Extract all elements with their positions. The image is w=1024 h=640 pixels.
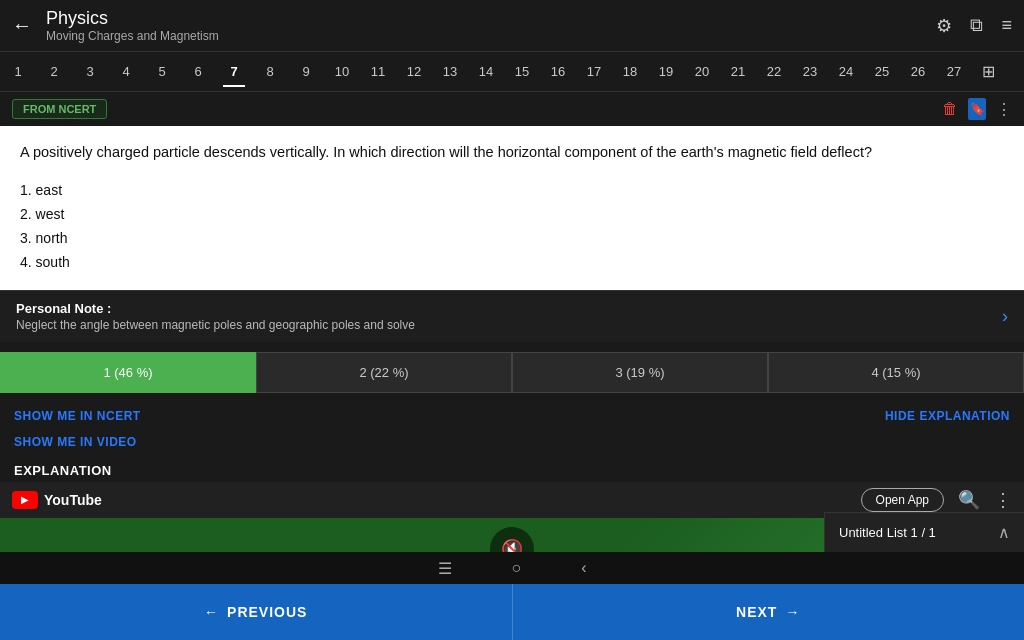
youtube-logo: ▶ YouTube bbox=[12, 491, 102, 509]
card-icons: 🗑 🔖 ⋮ bbox=[942, 98, 1012, 120]
number-tab-6[interactable]: 6 bbox=[180, 60, 216, 83]
android-home-icon[interactable]: ○ bbox=[512, 559, 522, 577]
page-subtitle: Moving Charges and Magnetism bbox=[46, 29, 936, 43]
untitled-list-label: Untitled List 1 / 1 bbox=[839, 525, 936, 540]
youtube-actions: Open App 🔍 ⋮ bbox=[861, 488, 1012, 512]
number-tab-27[interactable]: 27 bbox=[936, 60, 972, 83]
settings-icon[interactable]: ⚙ bbox=[936, 15, 952, 37]
top-bar-title: Physics Moving Charges and Magnetism bbox=[46, 8, 936, 43]
number-tab-12[interactable]: 12 bbox=[396, 60, 432, 83]
search-icon[interactable]: 🔍 bbox=[958, 489, 980, 511]
question-card: A positively charged particle descends v… bbox=[0, 126, 1024, 290]
mute-icon: 🔇 bbox=[490, 527, 534, 552]
prev-label: PREVIOUS bbox=[227, 604, 307, 620]
bookmark-icon[interactable]: 🔖 bbox=[968, 98, 986, 120]
number-tab-14[interactable]: 14 bbox=[468, 60, 504, 83]
number-tab-13[interactable]: 13 bbox=[432, 60, 468, 83]
note-title: Personal Note : bbox=[16, 301, 415, 316]
option-1-number: 1. bbox=[20, 182, 36, 198]
note-body: Neglect the angle between magnetic poles… bbox=[16, 318, 415, 332]
question-text: A positively charged particle descends v… bbox=[20, 142, 1004, 164]
number-tab-23[interactable]: 23 bbox=[792, 60, 828, 83]
number-tab-15[interactable]: 15 bbox=[504, 60, 540, 83]
number-tab-19[interactable]: 19 bbox=[648, 60, 684, 83]
more-icon[interactable]: ⋮ bbox=[996, 100, 1012, 119]
page-title: Physics bbox=[46, 8, 936, 29]
untitled-list-panel: Untitled List 1 / 1 ∧ bbox=[824, 512, 1024, 552]
link-row-1: SHOW ME IN NCERT HIDE EXPLANATION bbox=[0, 403, 1024, 429]
open-app-button[interactable]: Open App bbox=[861, 488, 944, 512]
android-menu-icon[interactable]: ☰ bbox=[438, 559, 452, 578]
option-1: 1. east bbox=[20, 178, 1004, 202]
from-ncert-badge: FROM NCERT bbox=[12, 99, 107, 119]
content-area: FROM NCERT 🗑 🔖 ⋮ A positively charged pa… bbox=[0, 92, 1024, 552]
number-tab-10[interactable]: 10 bbox=[324, 60, 360, 83]
hide-explanation-link[interactable]: HIDE EXPLANATION bbox=[885, 409, 1010, 423]
yt-play-icon: ▶ bbox=[12, 491, 38, 509]
answer-btn-2[interactable]: 2 (22 %) bbox=[256, 352, 512, 393]
option-4-number: 4. bbox=[20, 254, 36, 270]
link-row-2: SHOW ME IN VIDEO bbox=[0, 429, 1024, 455]
number-tab-3[interactable]: 3 bbox=[72, 60, 108, 83]
number-tab-24[interactable]: 24 bbox=[828, 60, 864, 83]
number-tab-17[interactable]: 17 bbox=[576, 60, 612, 83]
option-3-label: north bbox=[36, 230, 68, 246]
note-arrow-icon[interactable]: › bbox=[1002, 306, 1008, 327]
number-tab-4[interactable]: 4 bbox=[108, 60, 144, 83]
number-tab-21[interactable]: 21 bbox=[720, 60, 756, 83]
layers-icon[interactable]: ⧉ bbox=[970, 15, 983, 36]
show-ncert-link[interactable]: SHOW ME IN NCERT bbox=[14, 409, 141, 423]
number-tab-18[interactable]: 18 bbox=[612, 60, 648, 83]
option-3-number: 3. bbox=[20, 230, 36, 246]
number-tab-20[interactable]: 20 bbox=[684, 60, 720, 83]
top-bar: ← Physics Moving Charges and Magnetism ⚙… bbox=[0, 0, 1024, 52]
number-tab-7[interactable]: 7 bbox=[216, 60, 252, 83]
number-tabs: 1234567891011121314151617181920212223242… bbox=[0, 52, 1024, 92]
number-tab-8[interactable]: 8 bbox=[252, 60, 288, 83]
note-content: Personal Note : Neglect the angle betwee… bbox=[16, 301, 415, 332]
next-label: NEXT bbox=[736, 604, 777, 620]
grid-icon[interactable]: ⊞ bbox=[972, 62, 1005, 81]
number-tab-25[interactable]: 25 bbox=[864, 60, 900, 83]
explanation-label: EXPLANATION bbox=[0, 455, 1024, 482]
youtube-label: YouTube bbox=[44, 492, 102, 508]
previous-button[interactable]: ← PREVIOUS bbox=[0, 584, 512, 640]
personal-note[interactable]: Personal Note : Neglect the angle betwee… bbox=[0, 290, 1024, 342]
answer-buttons: 1 (46 %) 2 (22 %) 3 (19 %) 4 (15 %) bbox=[0, 342, 1024, 403]
option-4: 4. south bbox=[20, 250, 1004, 274]
untitled-list-close-icon[interactable]: ∧ bbox=[998, 523, 1010, 542]
number-tab-16[interactable]: 16 bbox=[540, 60, 576, 83]
number-tab-26[interactable]: 26 bbox=[900, 60, 936, 83]
top-bar-icons: ⚙ ⧉ ≡ bbox=[936, 15, 1012, 37]
filter-icon[interactable]: ≡ bbox=[1001, 15, 1012, 36]
number-tab-2[interactable]: 2 bbox=[36, 60, 72, 83]
option-2-number: 2. bbox=[20, 206, 36, 222]
delete-icon[interactable]: 🗑 bbox=[942, 100, 958, 118]
number-tab-1[interactable]: 1 bbox=[0, 60, 36, 83]
answer-btn-1[interactable]: 1 (46 %) bbox=[0, 352, 256, 393]
option-1-label: east bbox=[36, 182, 62, 198]
number-tab-22[interactable]: 22 bbox=[756, 60, 792, 83]
option-4-label: south bbox=[36, 254, 70, 270]
back-button[interactable]: ← bbox=[12, 14, 32, 37]
number-tab-11[interactable]: 11 bbox=[360, 60, 396, 83]
number-tab-9[interactable]: 9 bbox=[288, 60, 324, 83]
answer-btn-4[interactable]: 4 (15 %) bbox=[768, 352, 1024, 393]
android-back-icon[interactable]: ‹ bbox=[581, 559, 586, 577]
next-arrow-icon: → bbox=[785, 604, 800, 620]
android-nav: ☰ ○ ‹ bbox=[0, 552, 1024, 584]
card-header: FROM NCERT 🗑 🔖 ⋮ bbox=[0, 92, 1024, 126]
show-video-link[interactable]: SHOW ME IN VIDEO bbox=[14, 435, 137, 449]
prev-arrow-icon: ← bbox=[204, 604, 219, 620]
answer-btn-3[interactable]: 3 (19 %) bbox=[512, 352, 768, 393]
option-2-label: west bbox=[36, 206, 65, 222]
bottom-nav: ← PREVIOUS NEXT → bbox=[0, 584, 1024, 640]
option-3: 3. north bbox=[20, 226, 1004, 250]
next-button[interactable]: NEXT → bbox=[513, 584, 1025, 640]
more-options-icon[interactable]: ⋮ bbox=[994, 489, 1012, 511]
option-2: 2. west bbox=[20, 202, 1004, 226]
number-tab-5[interactable]: 5 bbox=[144, 60, 180, 83]
